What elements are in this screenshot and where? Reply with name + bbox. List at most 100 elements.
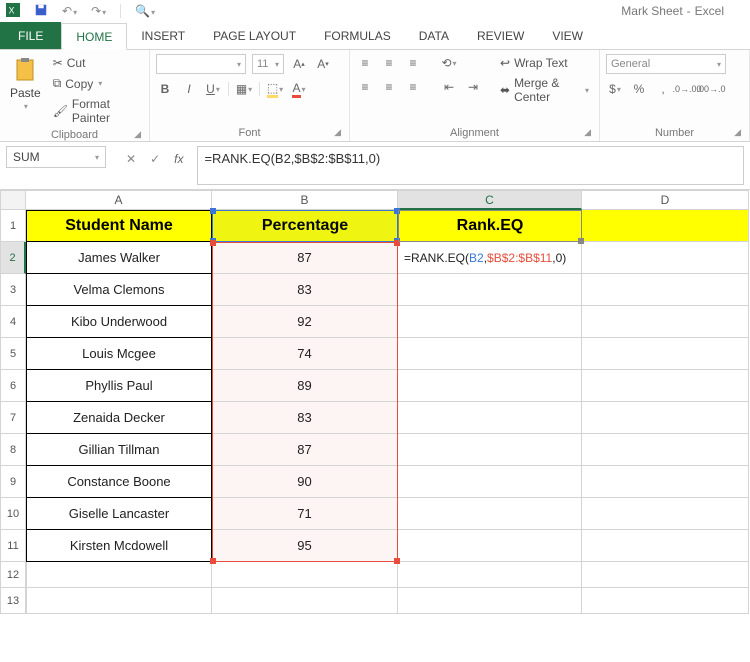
- cell[interactable]: [582, 242, 749, 274]
- cell-name[interactable]: Zenaida Decker: [26, 402, 212, 434]
- dialog-launcher-icon[interactable]: ◢: [334, 127, 341, 138]
- header-percentage[interactable]: Percentage: [212, 210, 398, 242]
- cell-name[interactable]: Constance Boone: [26, 466, 212, 498]
- dialog-launcher-icon[interactable]: ◢: [734, 127, 741, 138]
- cell[interactable]: [582, 498, 749, 530]
- header-rank[interactable]: Rank.EQ: [398, 210, 582, 242]
- orientation-icon[interactable]: ⟲▾: [440, 54, 458, 72]
- dialog-launcher-icon[interactable]: ◢: [584, 127, 591, 138]
- header-student[interactable]: Student Name: [26, 210, 212, 242]
- tab-page-layout[interactable]: PAGE LAYOUT: [199, 22, 310, 49]
- cell-name[interactable]: Gillian Tillman: [26, 434, 212, 466]
- wrap-text-button[interactable]: ↩Wrap Text: [496, 54, 593, 72]
- cell[interactable]: [26, 562, 212, 588]
- cell-name[interactable]: Phyllis Paul: [26, 370, 212, 402]
- row-header[interactable]: 10: [0, 498, 26, 530]
- col-header-b[interactable]: B: [212, 190, 398, 210]
- increase-indent-icon[interactable]: ⇥: [464, 78, 482, 96]
- cell[interactable]: [582, 338, 749, 370]
- cell[interactable]: [398, 498, 582, 530]
- cell[interactable]: [398, 562, 582, 588]
- align-right-icon[interactable]: ≡: [404, 78, 422, 96]
- row-header[interactable]: 13: [0, 588, 26, 614]
- col-header-c[interactable]: C: [398, 190, 582, 210]
- align-left-icon[interactable]: ≡: [356, 78, 374, 96]
- comma-icon[interactable]: ,: [654, 80, 672, 98]
- fill-color-button[interactable]: ⬚▾: [266, 80, 284, 98]
- redo-icon[interactable]: ↷▾: [91, 4, 106, 18]
- cell[interactable]: [212, 562, 398, 588]
- cell-formula[interactable]: =RANK.EQ(B2,$B$2:$B$11,0): [398, 242, 582, 274]
- tab-formulas[interactable]: FORMULAS: [310, 22, 405, 49]
- row-header[interactable]: 8: [0, 434, 26, 466]
- select-all-corner[interactable]: [0, 190, 26, 210]
- font-size-combo[interactable]: 11▾: [252, 54, 284, 74]
- cell[interactable]: [582, 530, 749, 562]
- cell-name[interactable]: Kibo Underwood: [26, 306, 212, 338]
- cell-pct[interactable]: 83: [212, 274, 398, 306]
- cell[interactable]: [582, 562, 749, 588]
- cancel-icon[interactable]: ✕: [126, 152, 136, 166]
- cell-pct[interactable]: 92: [212, 306, 398, 338]
- cell[interactable]: [582, 274, 749, 306]
- cell-name[interactable]: Velma Clemons: [26, 274, 212, 306]
- currency-icon[interactable]: $▾: [606, 80, 624, 98]
- row-header[interactable]: 9: [0, 466, 26, 498]
- tab-review[interactable]: REVIEW: [463, 22, 538, 49]
- cell[interactable]: [398, 402, 582, 434]
- cell-pct[interactable]: 89: [212, 370, 398, 402]
- cell-name[interactable]: Kirsten Mcdowell: [26, 530, 212, 562]
- grow-font-icon[interactable]: A▴: [290, 55, 308, 73]
- align-bottom-icon[interactable]: ≡: [404, 54, 422, 72]
- cell[interactable]: [398, 338, 582, 370]
- cut-button[interactable]: ✂Cut: [49, 54, 143, 72]
- cell[interactable]: [582, 588, 749, 614]
- row-header[interactable]: 6: [0, 370, 26, 402]
- row-header[interactable]: 1: [0, 210, 26, 242]
- cell[interactable]: [582, 210, 749, 242]
- merge-center-button[interactable]: ⬌Merge & Center▾: [496, 74, 593, 106]
- align-top-icon[interactable]: ≡: [356, 54, 374, 72]
- row-header[interactable]: 5: [0, 338, 26, 370]
- bold-button[interactable]: B: [156, 80, 174, 98]
- number-format-combo[interactable]: General▾: [606, 54, 726, 74]
- tab-file[interactable]: FILE: [0, 22, 61, 49]
- cell[interactable]: [398, 588, 582, 614]
- cell-pct[interactable]: 74: [212, 338, 398, 370]
- tab-home[interactable]: HOME: [61, 23, 127, 50]
- row-header[interactable]: 2: [0, 242, 26, 274]
- cell[interactable]: [582, 370, 749, 402]
- font-name-combo[interactable]: ▾: [156, 54, 246, 74]
- cell[interactable]: [212, 588, 398, 614]
- cell-pct[interactable]: 71: [212, 498, 398, 530]
- undo-icon[interactable]: ↶▾: [62, 4, 77, 18]
- cell-pct[interactable]: 95: [212, 530, 398, 562]
- name-box[interactable]: SUM▾: [6, 146, 106, 168]
- dialog-launcher-icon[interactable]: ◢: [134, 129, 141, 140]
- tab-data[interactable]: DATA: [405, 22, 463, 49]
- cell[interactable]: [398, 306, 582, 338]
- cell-pct[interactable]: 87: [212, 434, 398, 466]
- cell[interactable]: [582, 434, 749, 466]
- row-header[interactable]: 4: [0, 306, 26, 338]
- cell[interactable]: [398, 434, 582, 466]
- decrease-decimal-icon[interactable]: .00→.0: [702, 80, 720, 98]
- cell-pct[interactable]: 83: [212, 402, 398, 434]
- cell-name[interactable]: Louis Mcgee: [26, 338, 212, 370]
- cell[interactable]: [398, 370, 582, 402]
- cell[interactable]: [398, 466, 582, 498]
- shrink-font-icon[interactable]: A▾: [314, 55, 332, 73]
- preview-icon[interactable]: 🔍▾: [135, 4, 155, 18]
- formula-input[interactable]: =RANK.EQ(B2,$B$2:$B$11,0): [197, 146, 744, 185]
- align-middle-icon[interactable]: ≡: [380, 54, 398, 72]
- cell[interactable]: [582, 466, 749, 498]
- copy-button[interactable]: ⧉Copy▾: [49, 74, 143, 93]
- row-header[interactable]: 11: [0, 530, 26, 562]
- paste-button[interactable]: Paste ▾: [6, 54, 45, 113]
- format-painter-button[interactable]: 🖌Format Painter: [49, 95, 143, 127]
- increase-decimal-icon[interactable]: .0→.00: [678, 80, 696, 98]
- cell[interactable]: [398, 274, 582, 306]
- cell[interactable]: [26, 588, 212, 614]
- font-color-button[interactable]: A▾: [290, 80, 308, 98]
- italic-button[interactable]: I: [180, 80, 198, 98]
